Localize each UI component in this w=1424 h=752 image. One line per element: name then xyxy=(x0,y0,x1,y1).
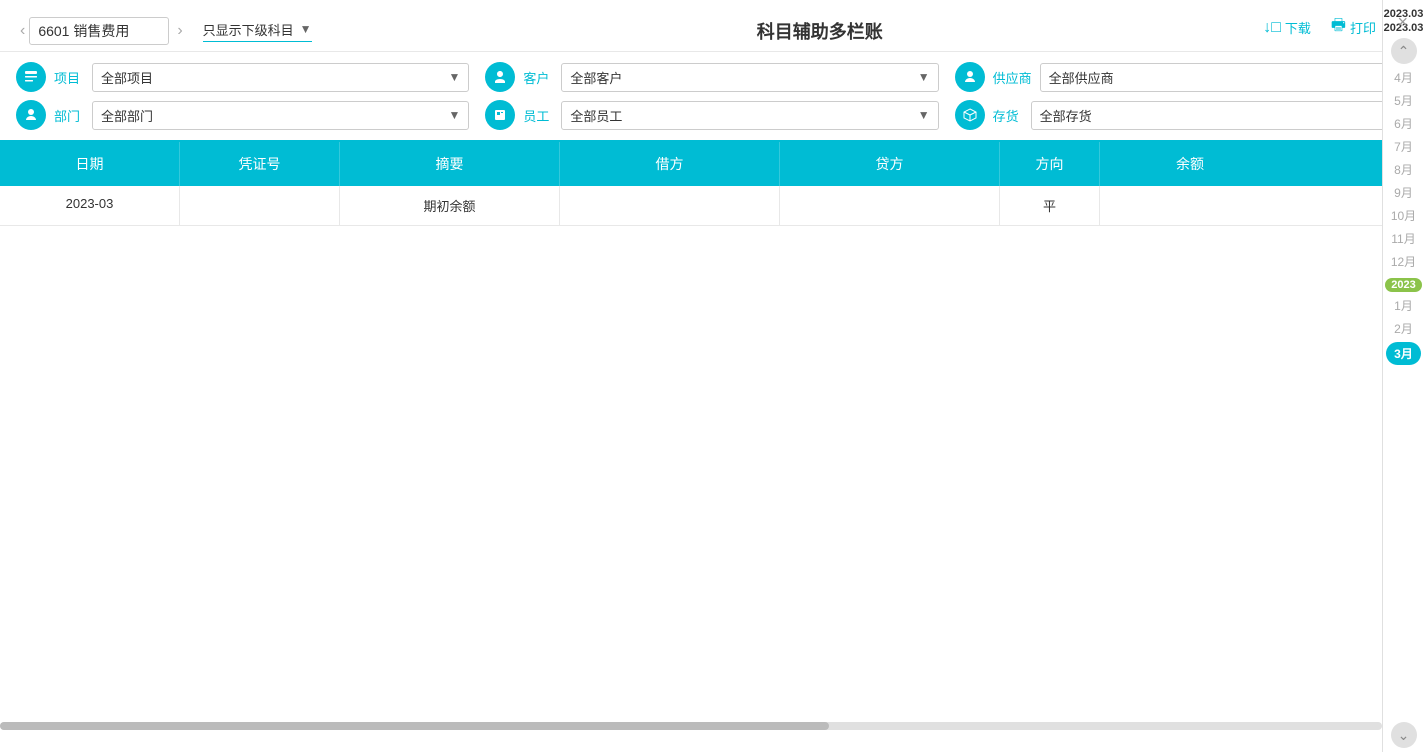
th-credit: 贷方 xyxy=(780,142,1000,186)
supplier-value: 全部供应商 xyxy=(1049,68,1114,87)
table-row: 2023-03 期初余额 平 xyxy=(0,186,1424,226)
department-value: 全部部门 xyxy=(101,106,153,125)
timeline-month-5[interactable]: 5月 xyxy=(1383,89,1424,112)
timeline-month-6[interactable]: 6月 xyxy=(1383,112,1424,135)
timeline-sidebar: 2023.03 2023.03 ⌃ 4月 5月 6月 7月 8月 9月 10月 … xyxy=(1382,0,1424,752)
timeline-up-button[interactable]: ⌃ xyxy=(1391,38,1417,64)
inventory-label: 存货 xyxy=(993,106,1023,125)
department-select-arrow-icon: ▼ xyxy=(448,108,460,122)
supplier-label: 供应商 xyxy=(993,68,1032,87)
show-sub-dropdown[interactable]: 只显示下级科目 ▼ xyxy=(203,20,312,42)
timeline-month-1[interactable]: 1月 xyxy=(1383,294,1424,317)
filter-inventory-row: 存货 全部存货 ▼ xyxy=(955,100,1408,130)
filter-department-row: 部门 全部部门 ▼ xyxy=(16,100,469,130)
project-label: 项目 xyxy=(54,68,84,87)
timeline-year-badge[interactable]: 2023 xyxy=(1385,276,1421,291)
customer-select[interactable]: 全部客户 ▼ xyxy=(561,63,938,92)
filter-project-row: 项目 全部项目 ▼ xyxy=(16,62,469,92)
project-icon xyxy=(16,62,46,92)
project-select-arrow-icon: ▼ xyxy=(448,70,460,84)
td-summary: 期初余额 xyxy=(340,186,560,225)
supplier-select[interactable]: 全部供应商 ▼ xyxy=(1040,63,1408,92)
customer-select-arrow-icon: ▼ xyxy=(918,70,930,84)
filter-area: 项目 全部项目 ▼ 客户 全部客户 ▼ 供应商 全部供应商 ▼ xyxy=(0,52,1424,140)
download-label: 下载 xyxy=(1285,18,1311,37)
filter-employee-row: 员工 全部员工 ▼ xyxy=(485,100,938,130)
supplier-icon xyxy=(955,62,985,92)
th-balance: 余额 xyxy=(1100,142,1280,186)
prev-account-button[interactable]: ‹ xyxy=(16,22,29,40)
th-summary: 摘要 xyxy=(340,142,560,186)
department-label: 部门 xyxy=(54,106,84,125)
th-debit: 借方 xyxy=(560,142,780,186)
th-direction: 方向 xyxy=(1000,142,1100,186)
filter-customer-row: 客户 全部客户 ▼ xyxy=(485,62,938,92)
td-date: 2023-03 xyxy=(0,186,180,225)
td-balance xyxy=(1100,186,1280,225)
scrollbar-thumb[interactable] xyxy=(0,722,829,730)
employee-select-arrow-icon: ▼ xyxy=(918,108,930,122)
print-icon: 🖶 xyxy=(1331,14,1346,41)
customer-value: 全部客户 xyxy=(570,68,622,87)
page-title: 科目辅助多栏账 xyxy=(312,18,1328,44)
employee-icon xyxy=(485,100,515,130)
customer-icon xyxy=(485,62,515,92)
dropdown-arrow-icon: ▼ xyxy=(300,22,312,36)
customer-label: 客户 xyxy=(523,68,553,87)
show-sub-label: 只显示下级科目 xyxy=(203,20,294,39)
download-icon: ↓□ xyxy=(1263,19,1281,37)
timeline-month-3-container: 3月 xyxy=(1383,342,1424,365)
print-button[interactable]: 🖶 打印 xyxy=(1331,14,1376,41)
download-button[interactable]: ↓□ 下载 xyxy=(1263,18,1311,37)
scrollbar-track xyxy=(0,722,1382,730)
next-account-button[interactable]: › xyxy=(173,22,186,40)
inventory-value: 全部存货 xyxy=(1040,106,1092,125)
timeline-month-9[interactable]: 9月 xyxy=(1383,181,1424,204)
th-date: 日期 xyxy=(0,142,180,186)
td-direction: 平 xyxy=(1000,186,1100,225)
employee-select[interactable]: 全部员工 ▼ xyxy=(561,101,938,130)
main-window: × ‹ 6601 销售费用 › 只显示下级科目 ▼ 科目辅助多栏账 ↓□ 下载 … xyxy=(0,0,1424,752)
td-credit xyxy=(780,186,1000,225)
table-body: 2023-03 期初余额 平 xyxy=(0,186,1424,226)
account-name: 销售费用 xyxy=(73,21,129,41)
inventory-icon xyxy=(955,100,985,130)
timeline-month-7[interactable]: 7月 xyxy=(1383,135,1424,158)
account-code: 6601 xyxy=(38,23,69,39)
table-area: 日期 凭证号 摘要 借方 贷方 方向 余额 2023-03 期初余额 平 xyxy=(0,140,1424,226)
employee-label: 员工 xyxy=(523,106,553,125)
timeline-month-3-active[interactable]: 3月 xyxy=(1386,342,1421,365)
table-header: 日期 凭证号 摘要 借方 贷方 方向 余额 xyxy=(0,142,1424,186)
project-select[interactable]: 全部项目 ▼ xyxy=(92,63,469,92)
filter-supplier-row: 供应商 全部供应商 ▼ xyxy=(955,62,1408,92)
timeline-month-11[interactable]: 11月 xyxy=(1383,227,1424,250)
inventory-select[interactable]: 全部存货 ▼ xyxy=(1031,101,1408,130)
th-voucher: 凭证号 xyxy=(180,142,340,186)
timeline-month-12[interactable]: 12月 xyxy=(1383,250,1424,273)
td-voucher xyxy=(180,186,340,225)
toolbar-right: ↓□ 下载 🖶 打印 xyxy=(1263,14,1376,41)
top-bar: ‹ 6601 销售费用 › 只显示下级科目 ▼ 科目辅助多栏账 ↓□ 下载 🖶 … xyxy=(0,0,1424,52)
employee-value: 全部员工 xyxy=(570,106,622,125)
timeline-month-2[interactable]: 2月 xyxy=(1383,317,1424,340)
department-icon xyxy=(16,100,46,130)
project-value: 全部项目 xyxy=(101,68,153,87)
close-button[interactable]: × xyxy=(1397,12,1408,33)
horizontal-scrollbar[interactable] xyxy=(0,722,1382,732)
timeline-months-section: 4月 5月 6月 7月 8月 9月 10月 11月 12月 2023 1月 2月… xyxy=(1383,66,1424,720)
timeline-month-4[interactable]: 4月 xyxy=(1383,66,1424,89)
td-debit xyxy=(560,186,780,225)
timeline-month-8[interactable]: 8月 xyxy=(1383,158,1424,181)
timeline-month-10[interactable]: 10月 xyxy=(1383,204,1424,227)
account-code-box[interactable]: 6601 销售费用 xyxy=(29,17,169,45)
timeline-down-button[interactable]: ⌄ xyxy=(1391,722,1417,748)
print-label: 打印 xyxy=(1350,18,1376,37)
department-select[interactable]: 全部部门 ▼ xyxy=(92,101,469,130)
